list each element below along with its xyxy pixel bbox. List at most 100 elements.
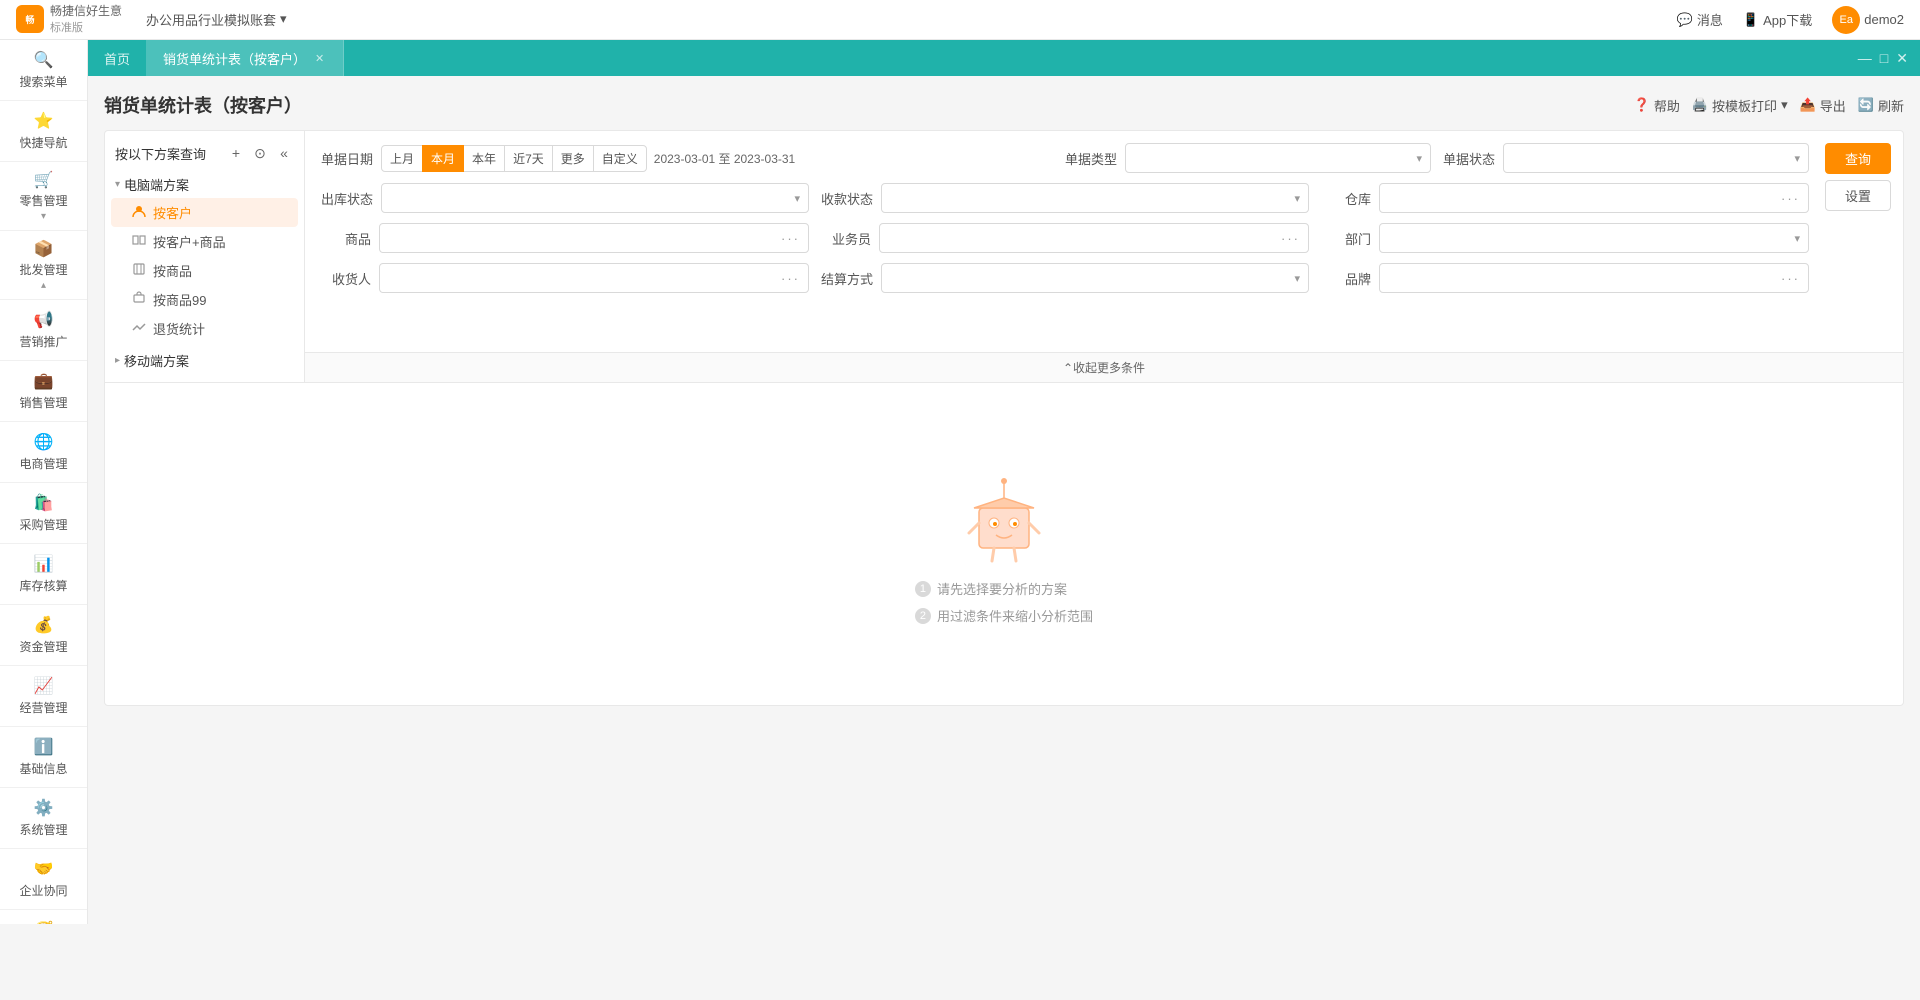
sidebar-item-finance[interactable]: 💰 资金管理 <box>0 605 87 666</box>
message-button[interactable]: 💬 消息 <box>1677 10 1723 29</box>
sidebar-item-wholesale[interactable]: 📦 批发管理 ▴ <box>0 231 87 300</box>
sidebar-item-basic[interactable]: ℹ️ 基础信息 <box>0 727 87 788</box>
sidebar-search[interactable]: 🔍 搜索菜单 <box>0 40 87 101</box>
filter-row-4: 收货人 ··· 结算方式 <box>321 263 1809 293</box>
sidebar-item-inventory[interactable]: 📊 库存核算 <box>0 544 87 605</box>
date-tab-this-month[interactable]: 本月 <box>422 145 464 172</box>
collapse-label: 收起更多条件 <box>1073 359 1145 376</box>
order-type-control[interactable] <box>1125 143 1431 173</box>
sidebar-item-system[interactable]: ⚙️ 系统管理 <box>0 788 87 849</box>
scheme-add-button[interactable]: + <box>226 143 246 163</box>
date-tab-this-year[interactable]: 本年 <box>463 145 505 172</box>
page-actions: ❓ 帮助 🖨️ 按模板打印 ▾ 📤 导出 🔄 刷新 <box>1634 96 1904 115</box>
product-control[interactable]: ··· <box>379 223 809 253</box>
warehouse-dots: ··· <box>1781 191 1800 206</box>
scheme-item-customer-product[interactable]: 按客户+商品 <box>111 227 298 256</box>
scheme-item-customer-label: 按客户 <box>153 203 192 222</box>
empty-state: 1 请先选择要分析的方案 2 用过滤条件来缩小分析范围 <box>105 383 1903 705</box>
marketing-icon: 📢 <box>34 310 54 330</box>
sidebar-label-enterprise: 企业协同 <box>19 882 67 899</box>
wholesale-icon: 📦 <box>34 239 54 259</box>
receiver-dots: ··· <box>781 271 800 286</box>
sidebar-item-sales[interactable]: 💼 销售管理 <box>0 361 87 422</box>
nav-icon: ⭐ <box>34 111 54 131</box>
tab-minimize-button[interactable]: — <box>1858 50 1872 66</box>
top-header: 畅 畅捷信好生意 标准版 办公用品行业模拟账套 ▾ 💬 消息 📱 App下载 E… <box>0 0 1920 40</box>
receiver-control[interactable]: ··· <box>379 263 809 293</box>
filter-area: 单据日期 上月 本月 本年 近7天 更多 自定义 <box>305 131 1825 352</box>
brand-control[interactable]: ··· <box>1379 263 1809 293</box>
action-buttons: 查询 设置 <box>1825 131 1903 211</box>
refresh-button[interactable]: 🔄 刷新 <box>1858 96 1904 115</box>
date-tab-last-month[interactable]: 上月 <box>381 145 423 172</box>
tab-bar: 首页 销货单统计表（按客户） ✕ — □ ✕ <box>88 40 1920 76</box>
warehouse-control[interactable]: ··· <box>1379 183 1809 213</box>
scheme-item-by-customer[interactable]: 按客户 <box>111 198 298 227</box>
sidebar-item-guide[interactable]: 🧭 新手引导 <box>0 910 87 924</box>
header-right: 💬 消息 📱 App下载 Ea demo2 <box>1677 6 1904 34</box>
user-avatar: Ea <box>1832 6 1860 34</box>
app-download-button[interactable]: 📱 App下载 <box>1743 10 1812 29</box>
scheme-collapse-button[interactable]: « <box>274 143 294 163</box>
sidebar-search-label: 搜索菜单 <box>19 73 67 90</box>
tab-sales-stats[interactable]: 销货单统计表（按客户） ✕ <box>147 40 344 76</box>
retail-arrow: ▾ <box>41 211 46 222</box>
filter-layout: 按以下方案查询 + ⊙ « ▾ 电脑端方案 <box>105 131 1903 383</box>
workspace-selector[interactable]: 办公用品行业模拟账套 ▾ <box>146 10 287 29</box>
user-area[interactable]: Ea demo2 <box>1832 6 1904 34</box>
scheme-item-return-stats[interactable]: 退货统计 <box>111 314 298 343</box>
collapse-up-icon: ⌃ <box>1063 361 1073 375</box>
main-content: 销货单统计表（按客户） ❓ 帮助 🖨️ 按模板打印 ▾ 📤 导出 🔄 刷新 <box>88 76 1920 924</box>
purchase-icon: 🛍️ <box>34 493 54 513</box>
sidebar-nav[interactable]: ⭐ 快捷导航 <box>0 101 87 162</box>
tab-close-button[interactable]: ✕ <box>1896 50 1908 67</box>
scheme-item-by-product[interactable]: 按商品 <box>111 256 298 285</box>
tab-sales-stats-close[interactable]: ✕ <box>312 51 327 66</box>
tab-maximize-button[interactable]: □ <box>1880 50 1888 66</box>
scheme-section-mobile-header[interactable]: ▸ 移动端方案 <box>111 347 298 374</box>
date-tab-7days[interactable]: 近7天 <box>504 145 553 172</box>
sidebar-item-operations[interactable]: 📈 经营管理 <box>0 666 87 727</box>
return-stats-icon <box>131 320 147 337</box>
filter-group-department: 部门 <box>1321 223 1809 253</box>
export-button[interactable]: 📤 导出 <box>1800 96 1846 115</box>
sidebar-item-enterprise[interactable]: 🤝 企业协同 <box>0 849 87 910</box>
settings-button[interactable]: 设置 <box>1825 180 1891 211</box>
filter-group-order-type: 单据类型 <box>1065 143 1431 173</box>
sidebar-item-retail[interactable]: 🛒 零售管理 ▾ <box>0 162 87 231</box>
scheme-item-product-99[interactable]: 按商品99 <box>111 285 298 314</box>
sidebar: 🔍 搜索菜单 ⭐ 快捷导航 🛒 零售管理 ▾ 📦 批发管理 ▴ 📢 营销推广 💼… <box>0 40 88 924</box>
tab-bar-actions: — □ ✕ <box>1858 50 1920 67</box>
sidebar-label-retail: 零售管理 <box>19 192 67 209</box>
template-print-button[interactable]: 🖨️ 按模板打印 ▾ <box>1692 96 1788 115</box>
out-status-arrow <box>794 192 800 205</box>
scheme-settings-button[interactable]: ⊙ <box>250 143 270 163</box>
empty-step-2: 2 用过滤条件来缩小分析范围 <box>915 606 1093 625</box>
salesperson-control[interactable]: ··· <box>879 223 1309 253</box>
help-button[interactable]: ❓ 帮助 <box>1634 96 1680 115</box>
workspace-name: 办公用品行业模拟账套 <box>146 10 276 29</box>
tab-home[interactable]: 首页 <box>88 40 147 76</box>
retail-icon: 🛒 <box>34 170 54 190</box>
out-status-label: 出库状态 <box>321 189 373 208</box>
department-control[interactable] <box>1379 223 1809 253</box>
sidebar-item-ecommerce[interactable]: 🌐 电商管理 <box>0 422 87 483</box>
filter-group-salesperson: 业务员 ··· <box>821 223 1309 253</box>
sidebar-item-purchase[interactable]: 🛍️ 采购管理 <box>0 483 87 544</box>
search-button[interactable]: 查询 <box>1825 143 1891 174</box>
order-status-control[interactable] <box>1503 143 1809 173</box>
payment-method-control[interactable] <box>881 263 1309 293</box>
out-status-control[interactable] <box>381 183 809 213</box>
inventory-icon: 📊 <box>34 554 54 574</box>
scheme-section-desktop-header[interactable]: ▾ 电脑端方案 <box>111 171 298 198</box>
empty-step-1-text: 请先选择要分析的方案 <box>937 579 1067 598</box>
payment-status-control[interactable] <box>881 183 1309 213</box>
collapse-bar[interactable]: ⌃ 收起更多条件 <box>305 352 1903 382</box>
warehouse-label: 仓库 <box>1321 189 1371 208</box>
order-status-arrow <box>1794 152 1800 165</box>
date-tab-custom[interactable]: 自定义 <box>593 145 647 172</box>
payment-method-label: 结算方式 <box>821 269 873 288</box>
tab-home-label: 首页 <box>104 49 130 68</box>
date-tab-more[interactable]: 更多 <box>552 145 594 172</box>
sidebar-item-marketing[interactable]: 📢 营销推广 <box>0 300 87 361</box>
